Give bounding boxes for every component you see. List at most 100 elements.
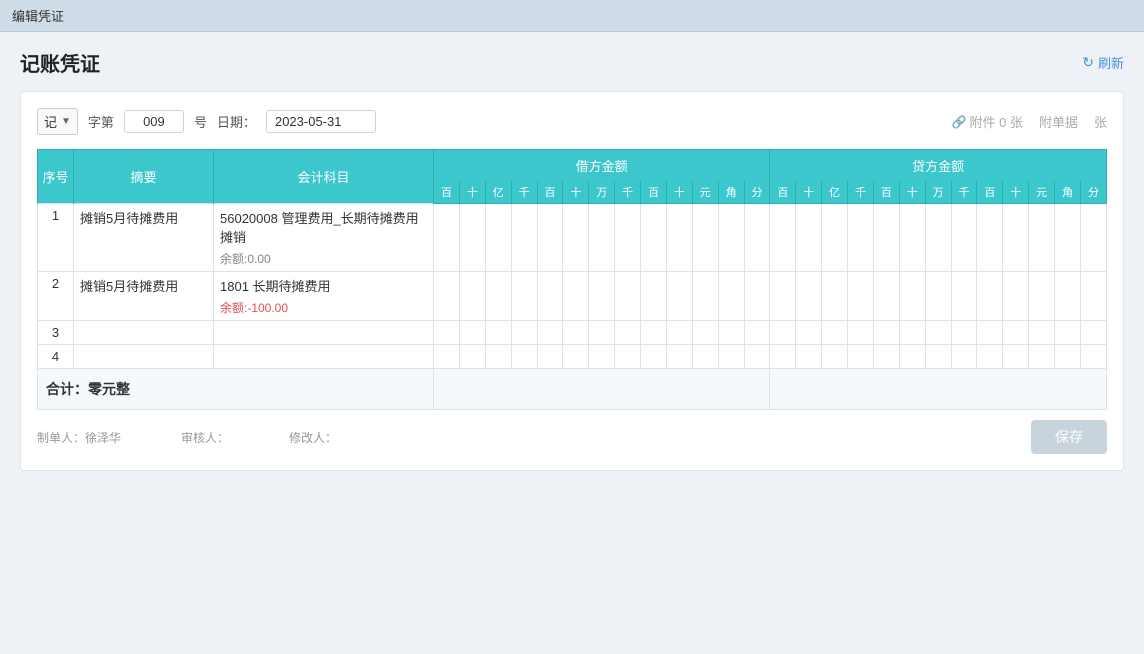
debit-cell[interactable] [485, 345, 511, 369]
debit-cell[interactable] [641, 272, 667, 321]
credit-cell[interactable] [1080, 204, 1106, 272]
credit-cell[interactable] [770, 321, 796, 345]
credit-cell[interactable] [822, 345, 848, 369]
credit-cell[interactable] [951, 204, 977, 272]
debit-cell[interactable] [666, 345, 692, 369]
debit-cell[interactable] [459, 272, 485, 321]
credit-cell[interactable] [977, 345, 1003, 369]
debit-cell[interactable] [563, 204, 589, 272]
credit-cell[interactable] [951, 345, 977, 369]
debit-cell[interactable] [511, 345, 537, 369]
row-account[interactable]: 1801 长期待摊费用余额:-100.00 [214, 272, 434, 321]
credit-cell[interactable] [1029, 204, 1055, 272]
credit-cell[interactable] [848, 272, 874, 321]
credit-cell[interactable] [796, 345, 822, 369]
debit-cell[interactable] [615, 345, 641, 369]
debit-cell[interactable] [459, 204, 485, 272]
debit-cell[interactable] [615, 204, 641, 272]
credit-cell[interactable] [977, 272, 1003, 321]
debit-cell[interactable] [511, 204, 537, 272]
debit-cell[interactable] [692, 272, 718, 321]
credit-cell[interactable] [925, 345, 951, 369]
credit-cell[interactable] [873, 345, 899, 369]
debit-cell[interactable] [537, 345, 563, 369]
table-row[interactable]: 2摊销5月待摊费用1801 长期待摊费用余额:-100.00 [38, 272, 1107, 321]
voucher-type-btn[interactable]: 记 ▼ [37, 108, 78, 135]
save-button[interactable]: 保存 [1031, 420, 1107, 454]
row-summary[interactable] [74, 321, 214, 345]
debit-cell[interactable] [744, 345, 770, 369]
refresh-button[interactable]: ↻ 刷新 [1082, 53, 1124, 72]
credit-cell[interactable] [925, 272, 951, 321]
table-row[interactable]: 3 [38, 321, 1107, 345]
debit-cell[interactable] [718, 345, 744, 369]
row-summary[interactable]: 摊销5月待摊费用 [74, 204, 214, 272]
debit-cell[interactable] [485, 321, 511, 345]
credit-cell[interactable] [899, 321, 925, 345]
credit-cell[interactable] [873, 321, 899, 345]
credit-cell[interactable] [1003, 321, 1029, 345]
single-attachment-label[interactable]: 附单据 [1039, 112, 1078, 131]
credit-cell[interactable] [848, 204, 874, 272]
debit-cell[interactable] [434, 204, 460, 272]
debit-cell[interactable] [589, 204, 615, 272]
debit-cell[interactable] [718, 204, 744, 272]
credit-cell[interactable] [925, 321, 951, 345]
debit-cell[interactable] [537, 204, 563, 272]
credit-cell[interactable] [1080, 345, 1106, 369]
debit-cell[interactable] [615, 321, 641, 345]
credit-cell[interactable] [1055, 345, 1081, 369]
debit-cell[interactable] [666, 321, 692, 345]
row-summary[interactable]: 摊销5月待摊费用 [74, 272, 214, 321]
table-row[interactable]: 1摊销5月待摊费用56020008 管理费用_长期待摊费用摊销余额:0.00 [38, 204, 1107, 272]
debit-cell[interactable] [744, 272, 770, 321]
debit-cell[interactable] [537, 272, 563, 321]
debit-cell[interactable] [563, 321, 589, 345]
credit-cell[interactable] [1080, 272, 1106, 321]
credit-cell[interactable] [848, 345, 874, 369]
credit-cell[interactable] [951, 272, 977, 321]
credit-cell[interactable] [977, 204, 1003, 272]
debit-cell[interactable] [563, 272, 589, 321]
credit-cell[interactable] [1055, 204, 1081, 272]
credit-cell[interactable] [899, 204, 925, 272]
debit-cell[interactable] [563, 345, 589, 369]
debit-cell[interactable] [459, 321, 485, 345]
credit-cell[interactable] [873, 272, 899, 321]
credit-cell[interactable] [1029, 321, 1055, 345]
credit-cell[interactable] [770, 204, 796, 272]
credit-cell[interactable] [899, 272, 925, 321]
table-row[interactable]: 4 [38, 345, 1107, 369]
credit-cell[interactable] [1003, 272, 1029, 321]
credit-cell[interactable] [977, 321, 1003, 345]
row-account[interactable] [214, 345, 434, 369]
debit-cell[interactable] [537, 321, 563, 345]
debit-cell[interactable] [692, 345, 718, 369]
credit-cell[interactable] [796, 204, 822, 272]
credit-cell[interactable] [796, 321, 822, 345]
debit-cell[interactable] [589, 321, 615, 345]
debit-cell[interactable] [615, 272, 641, 321]
credit-cell[interactable] [770, 345, 796, 369]
date-input[interactable] [266, 110, 376, 133]
attachment-link[interactable]: 🔗 附件 0 张 [952, 112, 1023, 131]
credit-cell[interactable] [925, 204, 951, 272]
credit-cell[interactable] [1003, 345, 1029, 369]
debit-cell[interactable] [718, 321, 744, 345]
debit-cell[interactable] [641, 345, 667, 369]
debit-cell[interactable] [641, 321, 667, 345]
credit-cell[interactable] [1055, 272, 1081, 321]
debit-cell[interactable] [589, 345, 615, 369]
row-account[interactable] [214, 321, 434, 345]
credit-cell[interactable] [1055, 321, 1081, 345]
credit-cell[interactable] [1029, 272, 1055, 321]
credit-cell[interactable] [873, 204, 899, 272]
voucher-number-input[interactable] [124, 110, 184, 133]
credit-cell[interactable] [1029, 345, 1055, 369]
debit-cell[interactable] [666, 272, 692, 321]
debit-cell[interactable] [434, 272, 460, 321]
credit-cell[interactable] [848, 321, 874, 345]
debit-cell[interactable] [666, 204, 692, 272]
credit-cell[interactable] [822, 204, 848, 272]
debit-cell[interactable] [744, 204, 770, 272]
